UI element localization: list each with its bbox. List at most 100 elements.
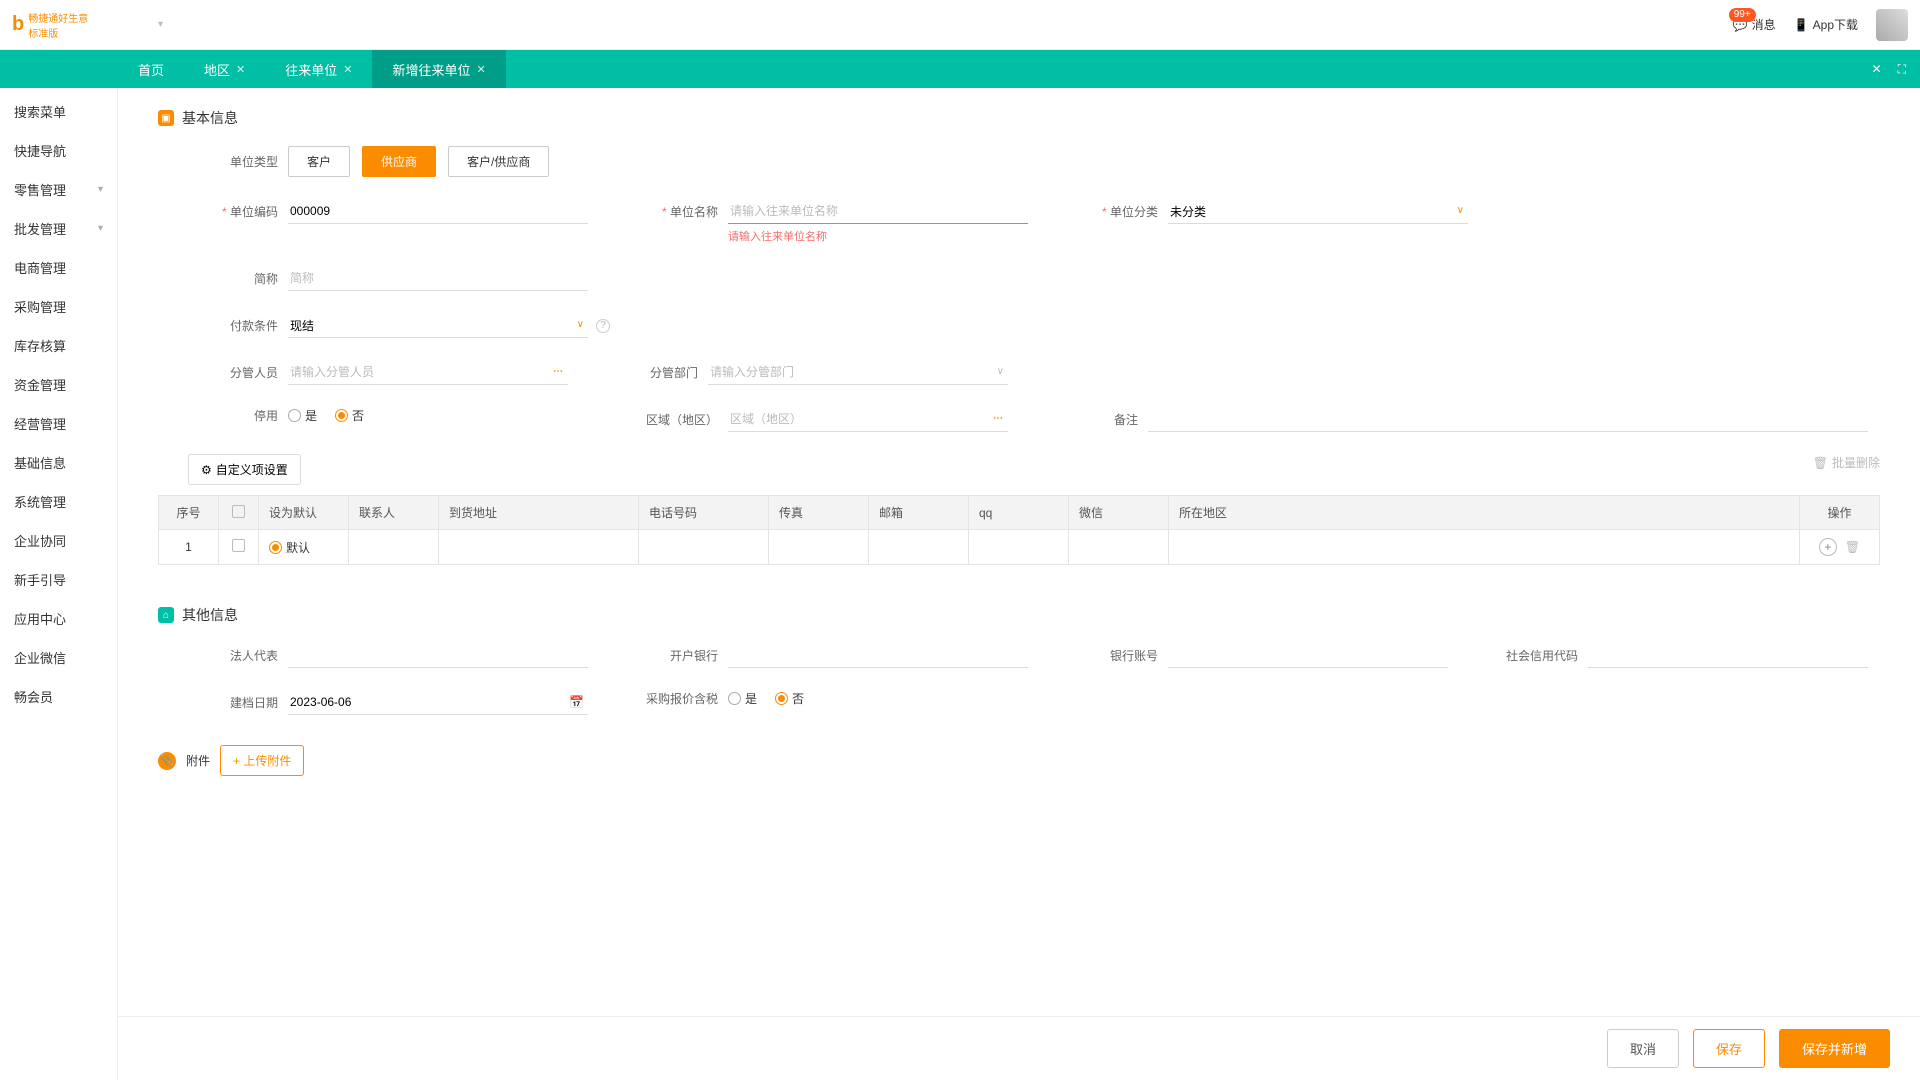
cell-phone[interactable] — [639, 530, 769, 565]
bulk-delete-button[interactable]: 🗑 批量删除 — [1813, 454, 1880, 471]
delete-row-button[interactable]: 🗑 — [1845, 540, 1860, 554]
fullscreen-icon[interactable]: ⛶ — [1894, 58, 1910, 81]
select-pay-term[interactable] — [288, 313, 588, 338]
sidebar-item-system[interactable]: 系统管理 — [0, 482, 117, 521]
label-tax: 采购报价含税 — [628, 690, 728, 707]
input-region[interactable] — [728, 407, 1008, 432]
tab-new-unit[interactable]: 新增往来单位✕ — [372, 50, 505, 88]
seg-supplier[interactable]: 供应商 — [362, 146, 436, 177]
section-icon: ⌂ — [158, 607, 174, 623]
close-icon[interactable]: ✕ — [477, 63, 486, 76]
close-icon[interactable]: ✕ — [236, 63, 245, 76]
input-manager[interactable] — [288, 360, 568, 385]
sidebar-item-business[interactable]: 经营管理 — [0, 404, 117, 443]
sidebar-item-wholesale[interactable]: 批发管理▾ — [0, 209, 117, 248]
seg-both[interactable]: 客户/供应商 — [448, 146, 549, 177]
th-qq: qq — [969, 496, 1069, 530]
cell-region[interactable] — [1169, 530, 1800, 565]
label-bank: 开户银行 — [628, 647, 728, 664]
sidebar-item-search[interactable]: 搜索菜单 — [0, 92, 117, 131]
sidebar-item-member[interactable]: 畅会员 — [0, 677, 117, 716]
th-address: 到货地址 — [439, 496, 639, 530]
radio-disabled-no[interactable]: 否 — [335, 407, 364, 424]
app-download-button[interactable]: 📱 App下载 — [1794, 16, 1858, 33]
th-index: 序号 — [159, 496, 219, 530]
custom-fields-button[interactable]: ⚙ 自定义项设置 — [188, 454, 301, 485]
sidebar-item-wechat[interactable]: 企业微信 — [0, 638, 117, 677]
cell-email[interactable] — [869, 530, 969, 565]
th-region: 所在地区 — [1169, 496, 1800, 530]
messages-label: 消息 — [1752, 16, 1776, 33]
table-row: 1 默认 — [159, 530, 1880, 565]
cell-contact[interactable] — [349, 530, 439, 565]
input-filed-date[interactable] — [288, 690, 588, 715]
label-short-name: 简称 — [188, 270, 288, 287]
avatar — [1876, 9, 1908, 41]
cell-wechat[interactable] — [1069, 530, 1169, 565]
attachment-label: 附件 — [186, 752, 210, 769]
sidebar-item-finance[interactable]: 资金管理 — [0, 365, 117, 404]
select-unit-category[interactable] — [1168, 199, 1468, 224]
sidebar-item-quicknav[interactable]: 快捷导航 — [0, 131, 117, 170]
cell-fax[interactable] — [769, 530, 869, 565]
user-menu[interactable] — [1876, 9, 1908, 41]
save-button[interactable]: 保存 — [1693, 1029, 1765, 1068]
th-fax: 传真 — [769, 496, 869, 530]
add-row-button[interactable]: + — [1819, 538, 1837, 556]
app-download-label: App下载 — [1813, 16, 1858, 33]
sidebar-item-ecommerce[interactable]: 电商管理 — [0, 248, 117, 287]
sidebar-item-purchase[interactable]: 采购管理 — [0, 287, 117, 326]
cell-default[interactable]: 默认 — [259, 530, 349, 565]
radio-tax-yes[interactable]: 是 — [728, 690, 757, 707]
error-unit-name: 请输入往来单位名称 — [728, 228, 827, 244]
org-switcher[interactable]: ▾ — [152, 19, 163, 30]
checkbox-row[interactable] — [232, 539, 245, 552]
help-icon[interactable]: ? — [596, 319, 610, 333]
seg-customer[interactable]: 客户 — [288, 146, 350, 177]
input-account[interactable] — [1168, 643, 1448, 668]
trash-icon: 🗑 — [1813, 456, 1828, 470]
tab-home[interactable]: 首页 — [118, 50, 184, 88]
close-icon[interactable]: ✕ — [343, 63, 352, 76]
label-account: 银行账号 — [1068, 647, 1168, 664]
cell-address[interactable] — [439, 530, 639, 565]
input-unit-code[interactable] — [288, 199, 588, 224]
input-short-name[interactable] — [288, 266, 588, 291]
input-bank[interactable] — [728, 643, 1028, 668]
cancel-button[interactable]: 取消 — [1607, 1029, 1679, 1068]
save-and-new-button[interactable]: 保存并新增 — [1779, 1029, 1890, 1068]
input-legal[interactable] — [288, 643, 588, 668]
sidebar-item-guide[interactable]: 新手引导 — [0, 560, 117, 599]
checkbox-all[interactable] — [232, 505, 245, 518]
tab-units[interactable]: 往来单位✕ — [265, 50, 372, 88]
th-email: 邮箱 — [869, 496, 969, 530]
label-manager: 分管人员 — [188, 364, 288, 381]
input-remark[interactable] — [1148, 407, 1868, 432]
tab-region[interactable]: 地区✕ — [184, 50, 265, 88]
tab-bar: 首页 地区✕ 往来单位✕ 新增往来单位✕ ✕ ⛶ — [0, 50, 1920, 88]
label-pay-term: 付款条件 — [188, 317, 288, 334]
sidebar-item-inventory[interactable]: 库存核算 — [0, 326, 117, 365]
label-remark: 备注 — [1048, 411, 1148, 428]
sidebar-item-collab[interactable]: 企业协同 — [0, 521, 117, 560]
attachment-icon: 📎 — [158, 752, 176, 770]
upload-attachment-button[interactable]: + 上传附件 — [220, 745, 304, 776]
sidebar-item-appcenter[interactable]: 应用中心 — [0, 599, 117, 638]
calendar-icon[interactable]: 📅 — [569, 695, 584, 709]
th-phone: 电话号码 — [639, 496, 769, 530]
radio-disabled-yes[interactable]: 是 — [288, 407, 317, 424]
caret-down-icon: ▾ — [98, 184, 103, 195]
close-all-tabs-button[interactable]: ✕ — [1868, 58, 1886, 80]
radio-tax-no[interactable]: 否 — [775, 690, 804, 707]
label-credit: 社会信用代码 — [1488, 647, 1588, 664]
cell-index: 1 — [159, 530, 219, 565]
sidebar-item-retail[interactable]: 零售管理▾ — [0, 170, 117, 209]
attachment-section: 📎 附件 + 上传附件 — [158, 745, 1880, 776]
input-credit[interactable] — [1588, 643, 1868, 668]
sidebar-item-basedata[interactable]: 基础信息 — [0, 443, 117, 482]
messages-button[interactable]: 99+ 💬 消息 — [1733, 16, 1776, 33]
select-dept[interactable] — [708, 360, 1008, 385]
input-unit-name[interactable] — [728, 199, 1028, 224]
th-actions: 操作 — [1800, 496, 1880, 530]
cell-qq[interactable] — [969, 530, 1069, 565]
